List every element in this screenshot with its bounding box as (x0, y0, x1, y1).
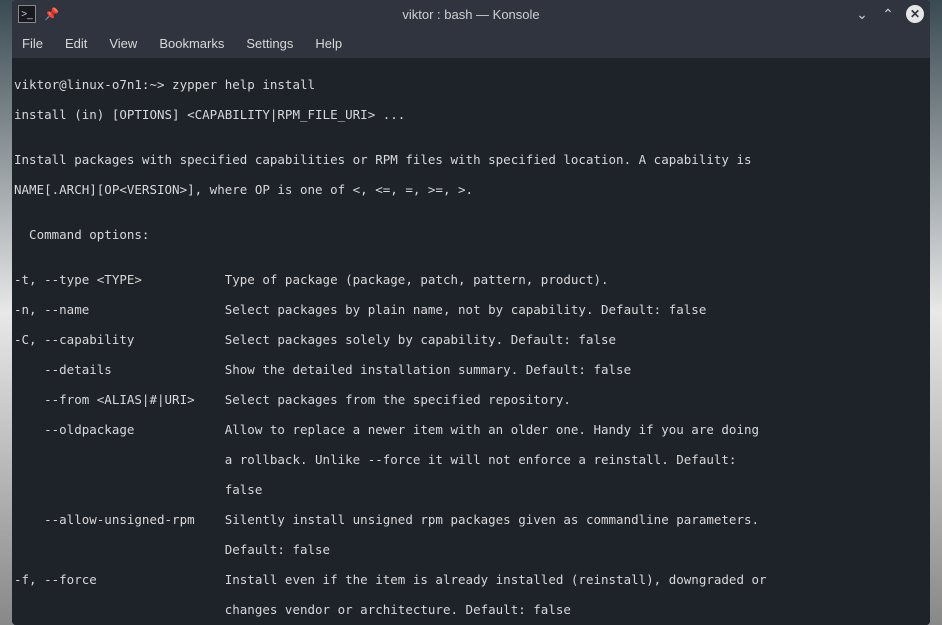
maximize-button[interactable]: ⌃ (880, 6, 896, 23)
menubar: File Edit View Bookmarks Settings Help (12, 28, 930, 58)
prompt-line: viktor@linux-o7n1:~> zypper help install (12, 77, 930, 92)
output-line: -f, --force Install even if the item is … (12, 572, 930, 587)
output-line: --from <ALIAS|#|URI> Select packages fro… (12, 392, 930, 407)
command-text: zypper help install (165, 77, 316, 92)
konsole-window: >_ 📌 viktor : bash — Konsole ⌄ ⌃ ✕ File … (12, 0, 930, 625)
titlebar: >_ 📌 viktor : bash — Konsole ⌄ ⌃ ✕ (12, 0, 930, 28)
output-line: Install packages with specified capabili… (12, 152, 930, 167)
output-line: a rollback. Unlike --force it will not e… (12, 452, 930, 467)
output-line: --details Show the detailed installation… (12, 362, 930, 377)
terminal-output[interactable]: viktor@linux-o7n1:~> zypper help install… (12, 58, 930, 625)
pin-icon[interactable]: 📌 (44, 7, 59, 21)
output-line: --allow-unsigned-rpm Silently install un… (12, 512, 930, 527)
output-line: Command options: (12, 227, 930, 242)
output-line: Default: false (12, 542, 930, 557)
output-line: changes vendor or architecture. Default:… (12, 602, 930, 617)
close-button[interactable]: ✕ (906, 5, 924, 23)
output-line: install (in) [OPTIONS] <CAPABILITY|RPM_F… (12, 107, 930, 122)
output-line: --oldpackage Allow to replace a newer it… (12, 422, 930, 437)
output-line: -t, --type <TYPE> Type of package (packa… (12, 272, 930, 287)
output-line: -n, --name Select packages by plain name… (12, 302, 930, 317)
menu-bookmarks[interactable]: Bookmarks (159, 36, 224, 51)
terminal-app-icon: >_ (18, 5, 36, 23)
output-line: false (12, 482, 930, 497)
minimize-button[interactable]: ⌄ (854, 6, 870, 23)
menu-settings[interactable]: Settings (246, 36, 293, 51)
menu-edit[interactable]: Edit (65, 36, 87, 51)
titlebar-right: ⌄ ⌃ ✕ (854, 5, 924, 23)
menu-file[interactable]: File (22, 36, 43, 51)
titlebar-left: >_ 📌 (18, 5, 59, 23)
menu-help[interactable]: Help (315, 36, 342, 51)
menu-view[interactable]: View (109, 36, 137, 51)
window-title: viktor : bash — Konsole (402, 7, 539, 22)
shell-prompt: viktor@linux-o7n1:~> (14, 77, 165, 92)
output-line: NAME[.ARCH][OP<VERSION>], where OP is on… (12, 182, 930, 197)
output-line: -C, --capability Select packages solely … (12, 332, 930, 347)
